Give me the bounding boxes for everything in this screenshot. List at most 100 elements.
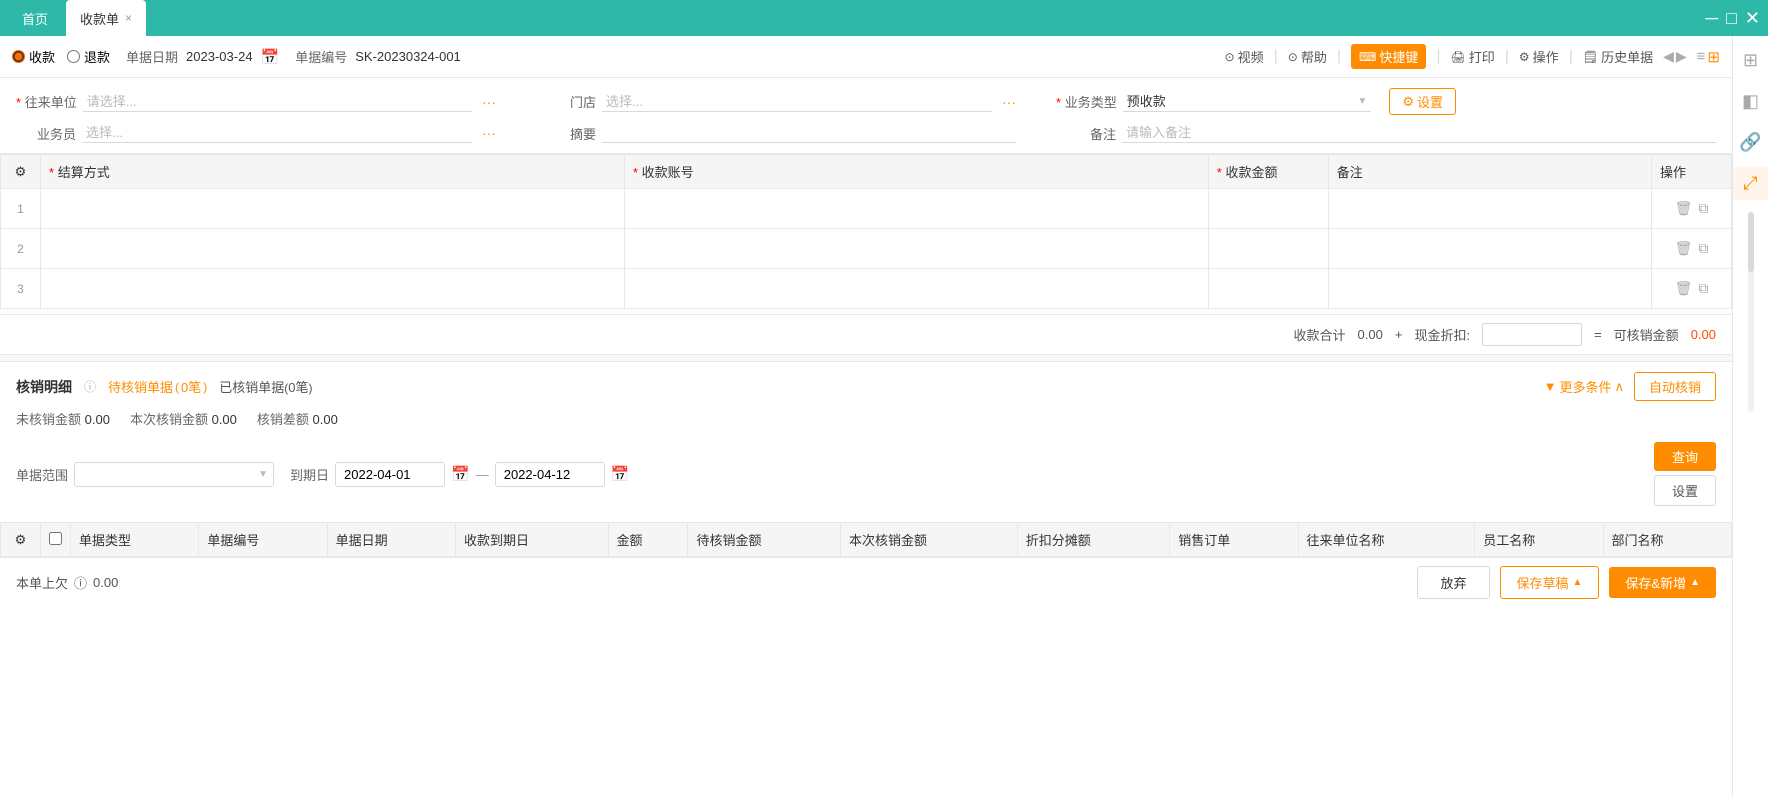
copy-icon-3[interactable]: ⧉ (1698, 280, 1708, 297)
sep2: | (1337, 48, 1341, 66)
delete-icon-2[interactable]: 🗑 (1675, 240, 1693, 257)
salesman-input[interactable] (82, 123, 472, 143)
video-btn[interactable]: ⊙ 视频 (1225, 47, 1264, 66)
range-select[interactable] (74, 462, 274, 487)
reconcile-title: 核销明细 (16, 377, 72, 397)
calendar-icon[interactable]: 📅 (261, 48, 280, 66)
row-num-2: 2 (1, 229, 41, 269)
save-new-button[interactable]: 保存&新增 ▲ (1609, 567, 1716, 598)
summary-input[interactable] (602, 123, 1016, 143)
next-arrow[interactable]: ▶ (1676, 48, 1687, 65)
save-draft-button[interactable]: 保存草稿 ▲ (1500, 566, 1600, 599)
row-1-amount[interactable] (1208, 189, 1328, 229)
tab-active-label: 收款单 (80, 9, 119, 28)
calendar-to-icon[interactable]: 📅 (611, 465, 630, 483)
sep5: | (1569, 48, 1573, 66)
done-tab[interactable]: 已核销单据(0笔) (219, 377, 312, 396)
window-close-icon[interactable]: ✕ (1745, 8, 1760, 29)
abandon-button[interactable]: 放弃 (1417, 566, 1489, 599)
reconcile-top-right: ▼ 更多条件 ∧ 自动核销 (1544, 372, 1716, 401)
shortcut-btn[interactable]: ⌨ 快捷键 (1351, 44, 1426, 69)
partner-more-btn[interactable]: ··· (482, 94, 496, 110)
settings-sm-button[interactable]: 设置 (1654, 475, 1716, 506)
date-to-input[interactable] (495, 462, 605, 487)
calendar-from-icon[interactable]: 📅 (451, 465, 470, 483)
col-remark: 备注 (1328, 155, 1651, 189)
row-1-account[interactable] (624, 189, 1208, 229)
sep1: | (1274, 48, 1278, 66)
total-label: 收款合计 (1294, 325, 1346, 344)
sidebar-expand-icon[interactable]: ⤢ (1733, 167, 1768, 200)
summary-row: 收款合计 0.00 + 现金折扣: = 可核销金额 0.00 (0, 314, 1732, 354)
col-checkbox[interactable] (41, 523, 71, 557)
col-amount-header: 金额 (608, 523, 688, 557)
remark-field: 备注 (1056, 123, 1716, 143)
shop-more-btn[interactable]: ··· (1002, 94, 1016, 110)
print-btn[interactable]: 🖨 打印 (1451, 47, 1495, 66)
row-2-account[interactable] (624, 229, 1208, 269)
row-3-settlement[interactable] (41, 269, 625, 309)
sidebar-doc-icon[interactable]: ◧ (1742, 85, 1759, 118)
more-conditions-btn[interactable]: ▼ 更多条件 ∧ (1544, 377, 1624, 396)
settings-button[interactable]: ⚙ 设置 (1389, 88, 1456, 115)
layout-grid-icon[interactable]: ⊞ (1707, 48, 1720, 66)
chevron-up-icon: ∧ (1614, 379, 1624, 395)
operation-btn[interactable]: ⚙ 操作 (1519, 47, 1559, 66)
col-gear[interactable]: ⚙ (1, 523, 41, 557)
info-icon[interactable]: ⓘ (84, 378, 96, 395)
tab-active[interactable]: 收款单 × (66, 0, 146, 36)
receipt-table: ⚙ * 结算方式 * 收款账号 * 收款金额 备注 操作 (0, 154, 1732, 309)
help-btn[interactable]: ⊙ 帮助 (1288, 47, 1327, 66)
receipt-radio[interactable]: 收款 (12, 47, 55, 66)
tab-home[interactable]: 首页 (8, 0, 62, 36)
right-sidebar: ⊞ ◧ 🔗 ⤢ (1732, 36, 1768, 796)
form-row-2: 业务员 ··· 摘要 备注 (16, 123, 1716, 143)
equals-sign: = (1594, 327, 1602, 342)
row-2-remark[interactable] (1328, 229, 1651, 269)
verify-label: 可核销金额 (1614, 325, 1679, 344)
window-minimize-icon[interactable]: ─ (1705, 8, 1718, 29)
close-icon[interactable]: × (125, 11, 132, 25)
biz-type-select[interactable]: 预收款 (1123, 92, 1372, 112)
salesman-more-btn[interactable]: ··· (482, 125, 496, 141)
biz-type-arrow: ▼ (1357, 96, 1367, 107)
tab-bar-left: 首页 收款单 × (8, 0, 146, 36)
row-2-amount[interactable] (1208, 229, 1328, 269)
scrollbar-thumb[interactable] (1748, 212, 1754, 272)
row-num-3: 3 (1, 269, 41, 309)
refund-radio[interactable]: 退款 (67, 47, 110, 66)
auto-reconcile-button[interactable]: 自动核销 (1634, 372, 1716, 401)
row-3-amount[interactable] (1208, 269, 1328, 309)
bottom-table: ⚙ 单据类型 单据编号 单据日期 收款到期日 金额 待核销金额 本次核销金额 折… (0, 522, 1732, 557)
biz-type-label: * 业务类型 (1056, 92, 1117, 111)
row-3-account[interactable] (624, 269, 1208, 309)
prev-arrow[interactable]: ◀ (1663, 48, 1674, 65)
row-2-settlement[interactable] (41, 229, 625, 269)
row-3-remark[interactable] (1328, 269, 1651, 309)
window-expand-icon[interactable]: □ (1726, 8, 1737, 29)
copy-icon-1[interactable]: ⧉ (1698, 200, 1708, 217)
sidebar-table-icon[interactable]: ⊞ (1743, 44, 1758, 77)
row-1-remark[interactable] (1328, 189, 1651, 229)
date-from-input[interactable] (335, 462, 445, 487)
col-settings[interactable]: ⚙ (1, 155, 41, 189)
delete-icon-3[interactable]: 🗑 (1675, 280, 1693, 297)
layout-list-icon[interactable]: ≡ (1697, 48, 1706, 66)
col-order-header: 销售订单 (1170, 523, 1298, 557)
partner-input[interactable] (83, 92, 472, 112)
partner-field: * 往来单位 ··· (16, 92, 496, 112)
discount-input[interactable] (1482, 323, 1582, 346)
copy-icon-2[interactable]: ⧉ (1698, 240, 1708, 257)
delete-icon-1[interactable]: 🗑 (1675, 200, 1693, 217)
info-circle-icon[interactable]: ⓘ (74, 573, 87, 592)
sidebar-clip-icon[interactable]: 🔗 (1739, 126, 1761, 159)
total-value: 0.00 (1358, 327, 1383, 342)
pending-tab[interactable]: 待核销单据(0笔) (108, 377, 207, 396)
remark-input[interactable] (1122, 123, 1716, 143)
col-amount: * 收款金额 (1208, 155, 1328, 189)
col-due-header: 收款到期日 (455, 523, 608, 557)
row-1-settlement[interactable] (41, 189, 625, 229)
query-button[interactable]: 查询 (1654, 442, 1716, 471)
history-btn[interactable]: 🗒 历史单据 (1583, 47, 1653, 66)
shop-input[interactable] (602, 92, 992, 112)
